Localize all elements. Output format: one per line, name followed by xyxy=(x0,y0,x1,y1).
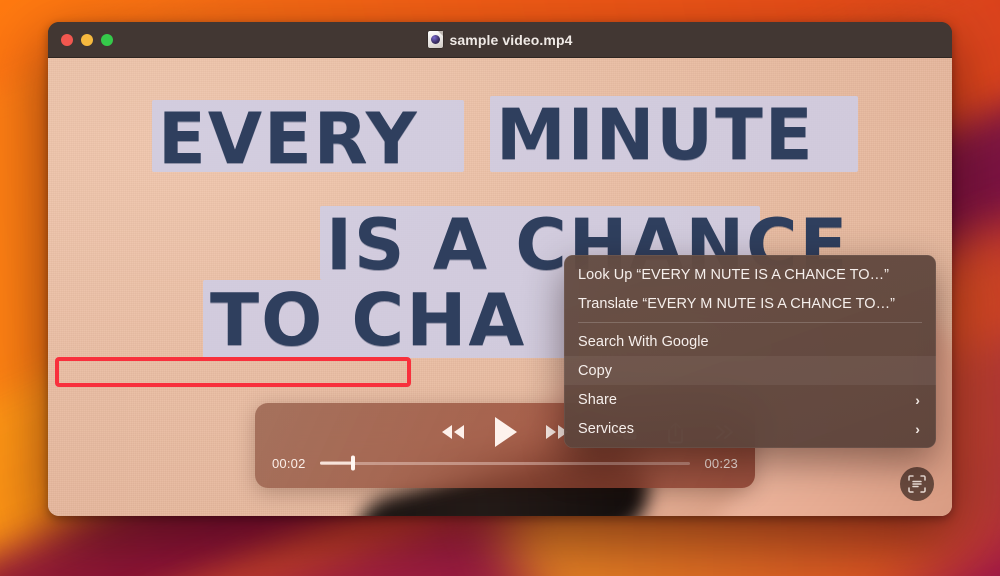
current-time-label: 00:02 xyxy=(272,455,306,471)
quicktime-player-window: sample video.mp4 EVERY MINUTE IS A CHANC… xyxy=(48,22,952,516)
close-button[interactable] xyxy=(61,33,73,46)
menu-item-translate[interactable]: Translate “EVERY M NUTE IS A CHANCE TO…” xyxy=(564,289,936,318)
context-menu: Look Up “EVERY M NUTE IS A CHANCE TO…” T… xyxy=(564,255,936,448)
menu-item-search-with-google[interactable]: Search With Google xyxy=(564,327,936,356)
menu-item-share[interactable]: Share › xyxy=(564,385,936,414)
transport-center-group xyxy=(438,415,572,449)
menu-item-label: Look Up “EVERY M NUTE IS A CHANCE TO…” xyxy=(578,266,890,283)
quicktime-document-icon xyxy=(427,31,443,48)
minimize-button[interactable] xyxy=(81,33,93,46)
handwritten-line-1: EVERY xyxy=(158,98,419,180)
menu-item-look-up[interactable]: Look Up “EVERY M NUTE IS A CHANCE TO…” xyxy=(564,260,936,289)
total-time-label: 00:23 xyxy=(704,455,738,471)
zoom-button[interactable] xyxy=(101,33,113,46)
menu-item-label: Search With Google xyxy=(578,333,709,350)
live-text-button[interactable] xyxy=(900,467,934,501)
handwritten-line-2: MINUTE xyxy=(496,94,815,176)
menu-separator xyxy=(578,322,922,323)
playhead-handle[interactable] xyxy=(350,455,355,471)
menu-item-label: Services xyxy=(578,420,634,437)
rewind-button[interactable] xyxy=(438,422,468,442)
scrubber-row: 00:02 00:23 xyxy=(255,454,755,472)
progress-elapsed xyxy=(319,461,353,465)
progress-track xyxy=(319,461,691,465)
video-surface[interactable]: EVERY MINUTE IS A CHANCE TO CHA 00:02 00… xyxy=(48,58,952,516)
window-titlebar[interactable]: sample video.mp4 xyxy=(48,22,952,58)
window-title-group: sample video.mp4 xyxy=(48,22,952,57)
window-title: sample video.mp4 xyxy=(449,31,573,48)
play-button[interactable] xyxy=(490,415,520,449)
chevron-right-icon: › xyxy=(915,420,920,437)
menu-item-copy[interactable]: Copy xyxy=(564,356,936,385)
traffic-light-group xyxy=(61,33,113,46)
menu-item-label: Translate “EVERY M NUTE IS A CHANCE TO…” xyxy=(578,295,896,312)
handwritten-line-4: TO CHA xyxy=(210,278,527,362)
menu-item-label: Copy xyxy=(578,362,613,379)
menu-item-services[interactable]: Services › xyxy=(564,414,936,443)
menu-item-label: Share xyxy=(578,391,617,408)
chevron-right-icon: › xyxy=(915,391,920,408)
progress-slider[interactable] xyxy=(319,454,691,472)
